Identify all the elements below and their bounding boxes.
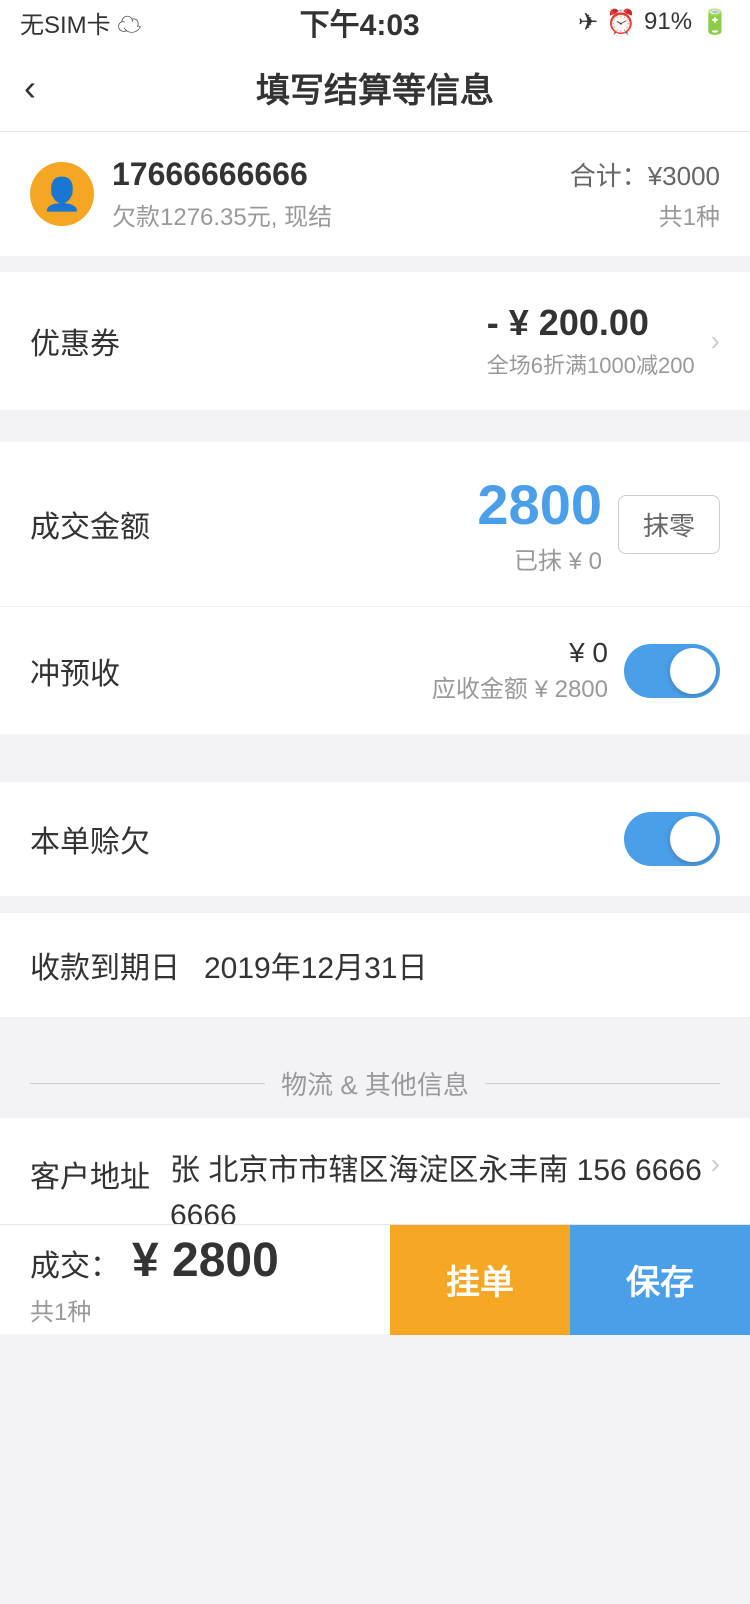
no-sim-label: 无SIM卡 ☁ — [20, 5, 141, 40]
duedate-row: 收款到期日 2019年12月31日 — [0, 912, 750, 1017]
amount-right: 2800 已抹 ¥ 0 抹零 — [477, 472, 720, 576]
avatar-icon: 👤 — [42, 175, 82, 213]
coupon-chevron: › — [711, 325, 720, 357]
hang-button[interactable]: 挂单 — [390, 1225, 570, 1335]
amount-number: 2800 — [477, 472, 602, 537]
prepay-row: 冲预收 ¥ 0 应收金额 ¥ 2800 — [0, 606, 750, 734]
bottom-amount-row: 成交： ¥ 2800 — [30, 1233, 360, 1288]
coupon-row[interactable]: 优惠券 - ¥ 200.00 全场6折满1000减200 › — [0, 272, 750, 410]
header-line-right — [485, 1083, 720, 1084]
customer-right: 合计：¥3000 共1种 — [570, 156, 720, 232]
page-title: 填写结算等信息 — [256, 63, 494, 112]
round-button[interactable]: 抹零 — [618, 495, 720, 554]
duedate-value: 2019年12月31日 — [204, 943, 427, 987]
coupon-section[interactable]: 优惠券 - ¥ 200.00 全场6折满1000减200 › — [0, 272, 750, 410]
status-right: ✈ ⏰ 91% 🔋 — [578, 8, 730, 37]
debt-label: 本单赊欠 — [30, 817, 150, 861]
amount-label: 成交金额 — [30, 502, 150, 546]
section-divider-1 — [0, 426, 750, 442]
alarm-icon: ⏰ — [606, 8, 636, 37]
section-divider-2 — [0, 750, 750, 766]
battery-icon: 🔋 — [700, 8, 730, 37]
coupon-label: 优惠券 — [30, 319, 120, 363]
customer-left: 👤 17666666666 欠款1276.35元, 现结 — [30, 156, 332, 232]
bottom-amount: ¥ 2800 — [132, 1233, 279, 1288]
debt-toggle[interactable] — [624, 812, 720, 866]
prepay-right: ¥ 0 应收金额 ¥ 2800 — [432, 637, 720, 704]
location-icon: ✈ — [578, 8, 598, 37]
status-bar: 无SIM卡 ☁ 下午4:03 ✈ ⏰ 91% 🔋 — [0, 0, 750, 44]
amount-row: 成交金额 2800 已抹 ¥ 0 抹零 — [30, 472, 720, 576]
battery-label: 91% — [644, 8, 692, 36]
customer-info: 17666666666 欠款1276.35元, 现结 — [112, 156, 332, 232]
duedate-section: 收款到期日 2019年12月31日 — [0, 912, 750, 1017]
nav-bar: ‹ 填写结算等信息 — [0, 44, 750, 132]
amount-section: 成交金额 2800 已抹 ¥ 0 抹零 冲预收 ¥ 0 应收金额 ¥ 2800 — [0, 442, 750, 734]
save-button[interactable]: 保存 — [570, 1225, 750, 1335]
status-left: 无SIM卡 ☁ — [20, 5, 141, 40]
duedate-label: 收款到期日 — [30, 943, 180, 987]
prepay-sub: 应收金额 ¥ 2800 — [432, 669, 608, 704]
total-count: 共1种 — [570, 197, 720, 232]
customer-phone: 17666666666 — [112, 156, 332, 193]
section-divider-3 — [0, 1033, 750, 1049]
debt-toggle-knob — [670, 816, 716, 862]
customer-row: 👤 17666666666 欠款1276.35元, 现结 合计：¥3000 共1… — [0, 132, 750, 256]
logistics-title: 物流 & 其他信息 — [281, 1065, 469, 1102]
bottom-summary: 成交： ¥ 2800 共1种 — [0, 1233, 390, 1327]
prepay-toggle-knob — [670, 648, 716, 694]
prepay-value: ¥ 0 — [432, 637, 608, 669]
coupon-right: - ¥ 200.00 全场6折满1000减200 › — [487, 302, 720, 380]
back-button[interactable]: ‹ — [24, 67, 36, 109]
coupon-desc: 全场6折满1000减200 — [487, 348, 695, 380]
address-chevron: › — [711, 1148, 720, 1180]
bottom-count: 共1种 — [30, 1292, 360, 1327]
header-line-left — [30, 1083, 265, 1084]
debt-row: 本单赊欠 — [0, 782, 750, 896]
amount-row-container: 成交金额 2800 已抹 ¥ 0 抹零 — [0, 442, 750, 606]
customer-sub: 欠款1276.35元, 现结 — [112, 197, 332, 232]
amount-sub: 已抹 ¥ 0 — [477, 541, 602, 576]
bottom-bar: 成交： ¥ 2800 共1种 挂单 保存 — [0, 1224, 750, 1334]
coupon-amount: - ¥ 200.00 — [487, 302, 695, 344]
bottom-summary-label: 成交： — [30, 1241, 120, 1285]
total-label: 合计：¥3000 — [570, 156, 720, 193]
prepay-toggle[interactable] — [624, 644, 720, 698]
main-content: 👤 17666666666 欠款1276.35元, 现结 合计：¥3000 共1… — [0, 132, 750, 1604]
prepay-label: 冲预收 — [30, 649, 120, 693]
address-label: 客户地址 — [30, 1148, 150, 1196]
logistics-header: 物流 & 其他信息 — [0, 1049, 750, 1118]
status-time: 下午4:03 — [300, 0, 420, 44]
avatar: 👤 — [30, 162, 94, 226]
